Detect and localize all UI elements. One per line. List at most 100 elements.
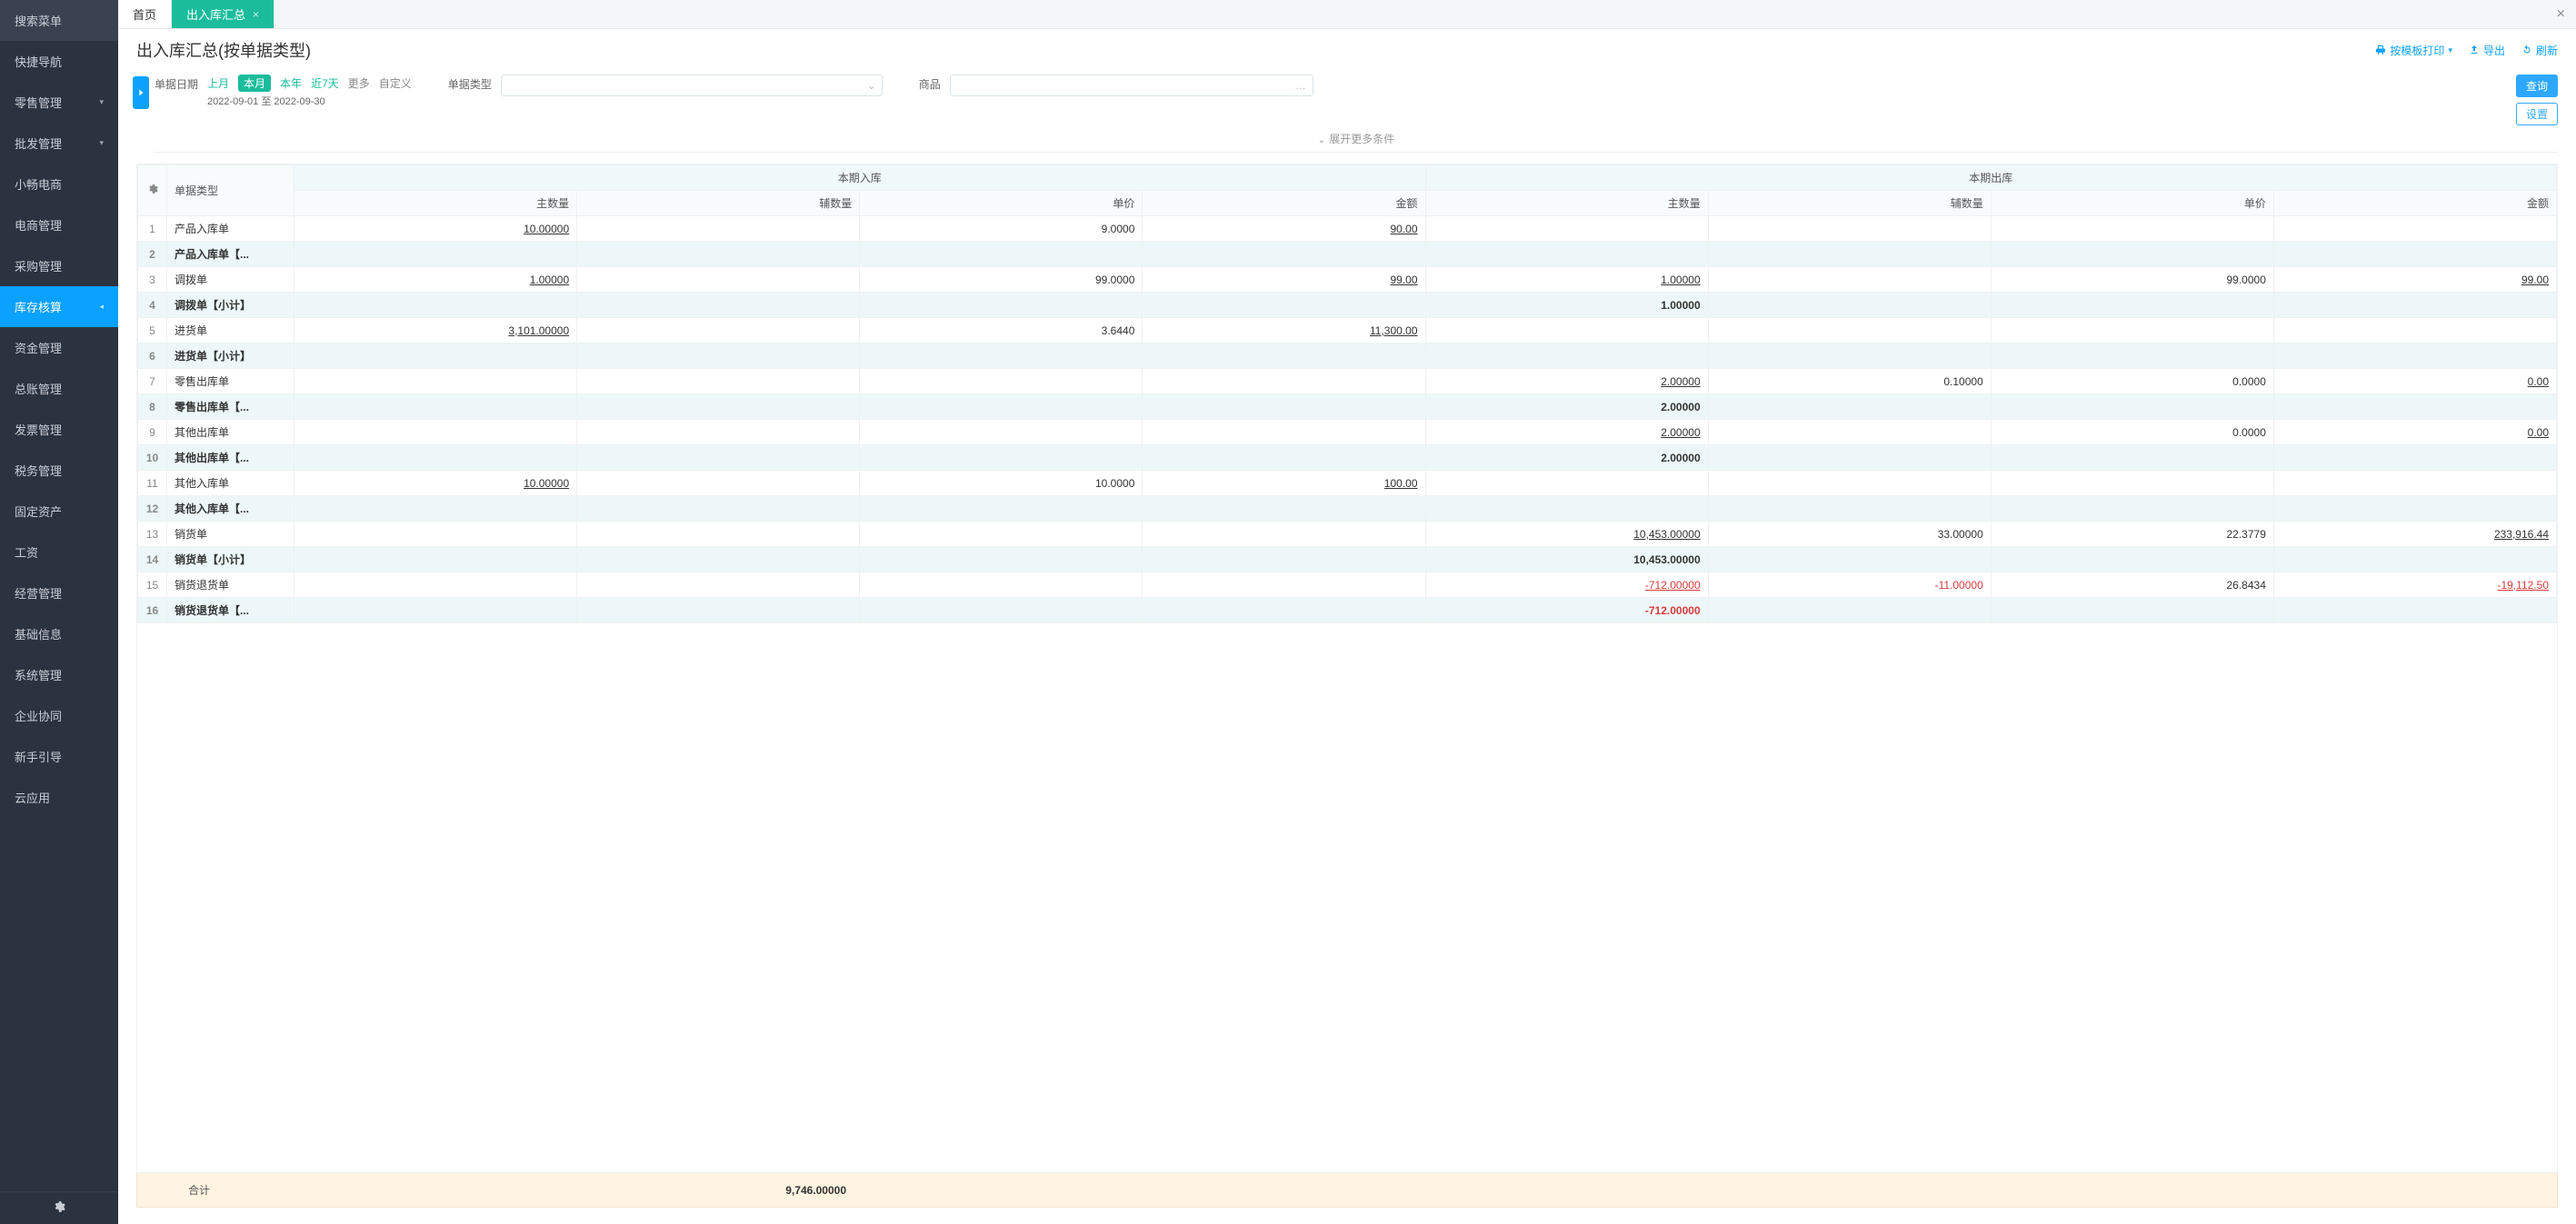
sidebar-item-8[interactable]: 资金管理 [0,327,118,368]
table-cell[interactable]: -712.00000 [1425,572,1708,598]
sidebar-item-14[interactable]: 经营管理 [0,572,118,613]
table-cell [577,420,860,445]
sidebar-item-17[interactable]: 企业协同 [0,695,118,736]
sidebar-item-3[interactable]: 批发管理▾ [0,123,118,164]
sidebar-item-4[interactable]: 小畅电商 [0,164,118,204]
sidebar-item-6[interactable]: 采购管理 [0,245,118,286]
table-cell[interactable]: 90.00 [1143,216,1425,242]
sidebar-item-5[interactable]: 电商管理 [0,204,118,245]
table-cell[interactable]: 0.00 [2273,369,2556,394]
search-button[interactable]: 查询 [2516,75,2558,97]
table-cell [860,420,1143,445]
table-cell [577,496,860,522]
export-button[interactable]: 导出 [2469,43,2505,58]
row-name: 其他出库单 [167,420,295,445]
row-index: 12 [138,496,167,522]
table-cell[interactable]: 0.00 [2273,420,2556,445]
row-index: 9 [138,420,167,445]
table-cell[interactable]: 10.00000 [295,216,577,242]
table-cell: 22.3779 [1991,522,2273,547]
row-name: 其他入库单 [167,471,295,496]
tab-home-label: 首页 [133,5,156,23]
table-cell[interactable]: 100.00 [1143,471,1425,496]
sidebar-item-7[interactable]: 库存核算◂ [0,286,118,327]
sidebar-item-2[interactable]: 零售管理▾ [0,82,118,123]
pill-this-month[interactable]: 本月 [238,75,271,92]
pill-last-month[interactable]: 上月 [207,75,229,91]
th-in-price[interactable]: 单价 [860,191,1143,216]
table-cell[interactable]: 10,453.00000 [1425,522,1708,547]
sidebar-item-11[interactable]: 税务管理 [0,450,118,491]
th-in-amount[interactable]: 金额 [1143,191,1425,216]
table-cell [577,318,860,343]
refresh-button[interactable]: 刷新 [2521,43,2558,58]
table-scroll[interactable]: 单据类型 本期入库 本期出库 主数量 辅数量 单价 金额 主数量 辅数量 单价 … [136,164,2558,1173]
table-cell[interactable]: 2.00000 [1425,369,1708,394]
table-cell [860,547,1143,572]
table-cell[interactable]: 233,916.44 [2273,522,2556,547]
settings-button[interactable]: 设置 [2516,103,2558,125]
tab-home[interactable]: 首页 [118,0,172,28]
table-cell[interactable]: 1.00000 [295,267,577,293]
pill-custom[interactable]: 自定义 [379,75,412,91]
sidebar-footer [0,1191,118,1224]
gear-icon [147,184,158,194]
th-out-aux[interactable]: 辅数量 [1708,191,1991,216]
sidebar-item-1[interactable]: 快捷导航 [0,41,118,82]
export-icon [2469,45,2480,55]
th-in-aux[interactable]: 辅数量 [577,191,860,216]
expand-more-conditions[interactable]: ⌄展开更多条件 [155,125,2558,153]
sidebar-item-9[interactable]: 总账管理 [0,368,118,409]
sidebar-item-10[interactable]: 发票管理 [0,409,118,450]
close-icon[interactable]: × [253,8,259,21]
sidebar-menu: 搜索菜单快捷导航零售管理▾批发管理▾小畅电商电商管理采购管理库存核算◂资金管理总… [0,0,118,1191]
table-cell [295,394,577,420]
th-out-main[interactable]: 主数量 [1425,191,1708,216]
pill-recent7[interactable]: 近7天 [311,75,339,91]
table-cell: 99.0000 [860,267,1143,293]
sidebar-item-15[interactable]: 基础信息 [0,613,118,654]
chevron-down-icon: ▾ [99,138,104,148]
table-cell[interactable]: 1.00000 [1425,267,1708,293]
table-cell [295,293,577,318]
sidebar-item-label: 发票管理 [15,421,62,438]
table-cell[interactable]: 99.00 [1143,267,1425,293]
row-name: 调拨单【小计】 [167,293,295,318]
th-in-main[interactable]: 主数量 [295,191,577,216]
sidebar-item-0[interactable]: 搜索菜单 [0,0,118,41]
table-cell[interactable]: -19,112.50 [2273,572,2556,598]
row-index: 6 [138,343,167,369]
table-cell[interactable]: 2.00000 [1425,420,1708,445]
product-input[interactable]: … [950,75,1313,96]
table-row: 13销货单10,453.0000033.0000022.3779233,916.… [138,522,2557,547]
table-cell [1425,471,1708,496]
table-cell [1143,369,1425,394]
pill-more[interactable]: 更多 [348,75,370,91]
table-cell [577,572,860,598]
print-by-template-button[interactable]: 按模板打印 ▾ [2375,43,2452,58]
th-out-amount[interactable]: 金额 [2273,191,2556,216]
table-cell [2273,471,2556,496]
settings-icon[interactable] [53,1200,65,1216]
pill-this-year[interactable]: 本年 [280,75,302,91]
toggle-filter-flyout[interactable] [133,76,149,109]
table-cell[interactable]: 99.00 [2273,267,2556,293]
filter-bar: 单据日期 上月 本月 本年 近7天 更多 自定义 2022-09-01 至 20… [118,67,2576,153]
doc-type-select[interactable]: ⌄ [501,75,883,96]
sidebar-item-13[interactable]: 工资 [0,532,118,572]
sidebar-item-label: 云应用 [15,789,50,806]
table-cell [295,496,577,522]
table-cell[interactable]: 3,101.00000 [295,318,577,343]
close-all-tabs[interactable]: × [2546,6,2576,23]
tab-active[interactable]: 出入库汇总 × [172,0,275,28]
table-cell: 0.10000 [1708,369,1991,394]
th-doc-type[interactable]: 单据类型 [167,165,295,216]
sidebar-item-12[interactable]: 固定资产 [0,491,118,532]
sidebar-item-16[interactable]: 系统管理 [0,654,118,695]
column-settings-button[interactable] [138,165,167,216]
table-cell[interactable]: 10.00000 [295,471,577,496]
th-out-price[interactable]: 单价 [1991,191,2273,216]
sidebar-item-18[interactable]: 新手引导 [0,736,118,777]
table-cell[interactable]: 11,300.00 [1143,318,1425,343]
sidebar-item-19[interactable]: 云应用 [0,777,118,818]
